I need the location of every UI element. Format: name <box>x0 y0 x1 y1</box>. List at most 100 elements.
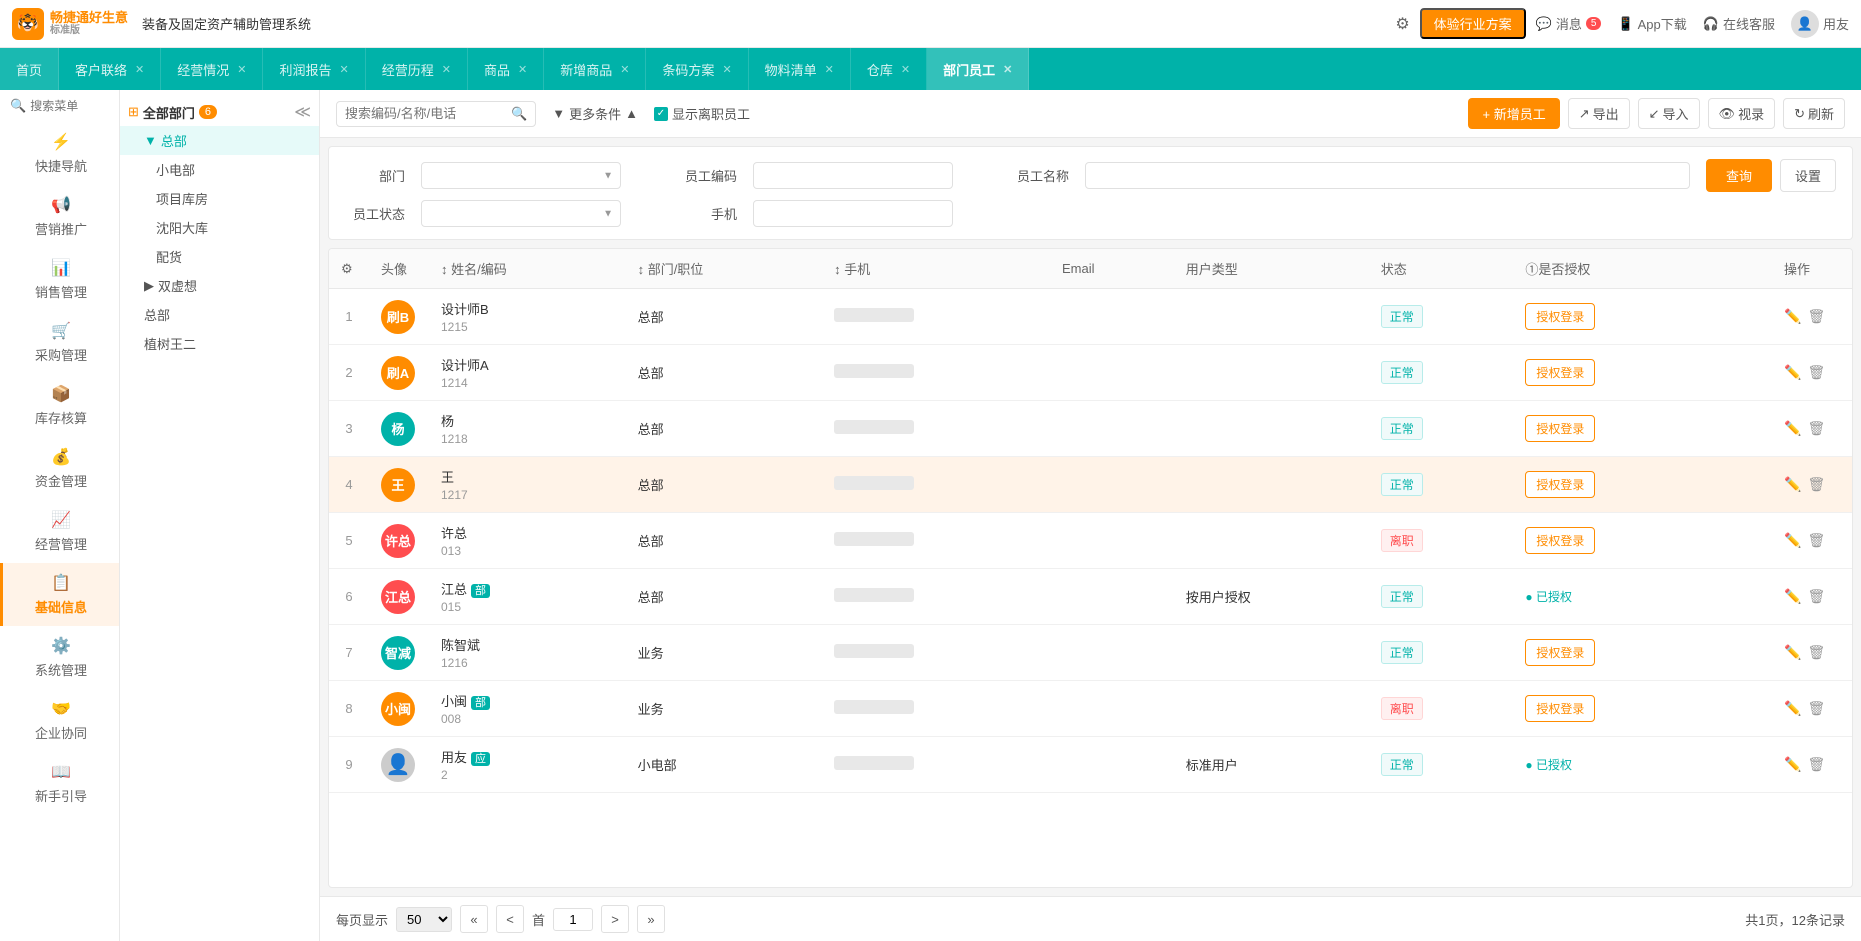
close-icon[interactable]: ✕ <box>825 63 834 76</box>
col-phone[interactable]: ↕ 手机 <box>822 249 1050 289</box>
close-icon[interactable]: ✕ <box>237 63 246 76</box>
dept-select[interactable] <box>421 162 621 189</box>
edit-icon[interactable]: ✏️ <box>1784 588 1801 605</box>
delete-icon[interactable]: 🗑 <box>1807 364 1825 381</box>
more-filter-btn[interactable]: ▼ 更多条件 ▲ <box>544 100 646 127</box>
settings-icon[interactable]: ⚙ <box>1395 14 1409 34</box>
add-employee-btn[interactable]: + 新增员工 <box>1468 98 1559 129</box>
tab-new-goods[interactable]: 新增商品✕ <box>544 48 646 90</box>
next-page-btn[interactable]: > <box>601 905 629 933</box>
search-input[interactable] <box>345 106 505 121</box>
tab-goods[interactable]: 商品✕ <box>468 48 544 90</box>
dept-item-delivery[interactable]: 配货 <box>120 242 319 271</box>
delete-icon[interactable]: 🗑 <box>1807 476 1825 493</box>
delete-icon[interactable]: 🗑 <box>1807 588 1825 605</box>
tab-barcode[interactable]: 条码方案✕ <box>646 48 748 90</box>
close-icon[interactable]: ✕ <box>518 63 527 76</box>
last-page-btn[interactable]: » <box>637 905 665 933</box>
phone-input[interactable] <box>753 200 953 227</box>
edit-icon[interactable]: ✏️ <box>1784 476 1801 493</box>
close-icon[interactable]: ✕ <box>722 63 731 76</box>
edit-icon[interactable]: ✏️ <box>1784 756 1801 773</box>
delete-icon[interactable]: 🗑 <box>1807 700 1825 717</box>
sidebar-item-sales[interactable]: 📊 销售管理 <box>0 248 119 311</box>
dept-item-zongbu[interactable]: 总部 <box>120 300 319 329</box>
auth-btn[interactable]: 授权登录 <box>1525 639 1595 666</box>
tab-warehouse[interactable]: 仓库✕ <box>851 48 927 90</box>
user-area[interactable]: 👤 用友 <box>1791 10 1849 38</box>
auth-btn[interactable]: 授权登录 <box>1525 359 1595 386</box>
page-size-select[interactable]: 50 20 100 <box>396 907 452 932</box>
delete-icon[interactable]: 🗑 <box>1807 756 1825 773</box>
message-btn[interactable]: 💬 消息 5 <box>1536 14 1602 33</box>
dept-item-zhishu[interactable]: 植树王二 <box>120 329 319 358</box>
tab-bom[interactable]: 物料清单✕ <box>749 48 851 90</box>
dept-item-small-elec[interactable]: 小电部 <box>120 155 319 184</box>
auth-btn[interactable]: 授权登录 <box>1525 303 1595 330</box>
tab-customer[interactable]: 客户联络✕ <box>59 48 161 90</box>
trial-btn[interactable]: 体验行业方案 <box>1420 8 1526 39</box>
close-icon[interactable]: ✕ <box>135 63 144 76</box>
delete-icon[interactable]: 🗑 <box>1807 308 1825 325</box>
auth-btn[interactable]: 授权登录 <box>1525 695 1595 722</box>
sidebar-item-quicknav[interactable]: ⚡ 快捷导航 <box>0 122 119 185</box>
edit-icon[interactable]: ✏️ <box>1784 364 1801 381</box>
sidebar-search[interactable]: 🔍 <box>0 90 119 122</box>
delete-icon[interactable]: 🗑 <box>1807 532 1825 549</box>
sidebar-item-operation[interactable]: 📈 经营管理 <box>0 500 119 563</box>
sidebar-item-basic[interactable]: 📋 基础信息 <box>0 563 119 626</box>
sidebar-item-marketing[interactable]: 📢 营销推广 <box>0 185 119 248</box>
dept-item-shuangxuxiang[interactable]: ▶ 双虚想 <box>120 271 319 300</box>
delete-icon[interactable]: 🗑 <box>1807 420 1825 437</box>
view-btn[interactable]: 👁 视录 <box>1708 98 1776 129</box>
prev-page-btn[interactable]: < <box>496 905 524 933</box>
edit-icon[interactable]: ✏️ <box>1784 532 1801 549</box>
tab-business[interactable]: 经营情况✕ <box>161 48 263 90</box>
col-dept-position[interactable]: ↕ 部门/职位 <box>626 249 823 289</box>
close-icon[interactable]: ✕ <box>442 63 451 76</box>
online-service-btn[interactable]: 🎧 在线客服 <box>1703 14 1775 33</box>
delete-icon[interactable]: 🗑 <box>1807 644 1825 661</box>
sidebar-item-guide[interactable]: 📖 新手引导 <box>0 752 119 815</box>
col-settings[interactable]: ⚙ <box>329 249 369 289</box>
tab-history[interactable]: 经营历程✕ <box>366 48 468 90</box>
col-name-code[interactable]: ↕ 姓名/编码 <box>429 249 626 289</box>
sidebar-item-inventory[interactable]: 📦 库存核算 <box>0 374 119 437</box>
sidebar-item-finance[interactable]: 💰 资金管理 <box>0 437 119 500</box>
import-btn[interactable]: ↙ 导入 <box>1638 98 1700 129</box>
emp-status-select[interactable] <box>421 200 621 227</box>
sidebar-item-purchase[interactable]: 🛒 采购管理 <box>0 311 119 374</box>
tab-employees[interactable]: 部门员工✕ <box>927 48 1029 90</box>
edit-icon[interactable]: ✏️ <box>1784 700 1801 717</box>
dept-collapse-btn[interactable]: ≪ <box>294 102 311 122</box>
refresh-btn[interactable]: ↻ 刷新 <box>1783 98 1845 129</box>
first-page-btn[interactable]: « <box>460 905 488 933</box>
sidebar-item-system[interactable]: ⚙️ 系统管理 <box>0 626 119 689</box>
tab-profit[interactable]: 利润报告✕ <box>263 48 365 90</box>
edit-icon[interactable]: ✏️ <box>1784 644 1801 661</box>
set-btn[interactable]: 设置 <box>1780 159 1836 192</box>
edit-icon[interactable]: ✏️ <box>1784 308 1801 325</box>
auth-btn[interactable]: 授权登录 <box>1525 471 1595 498</box>
page-number-input[interactable] <box>553 908 593 931</box>
dept-item-hq[interactable]: ▼ 总部 <box>120 126 319 155</box>
show-resigned-toggle[interactable]: ✓ 显示离职员工 <box>654 104 750 123</box>
auth-btn[interactable]: 授权登录 <box>1525 415 1595 442</box>
search-btn[interactable]: 查询 <box>1706 159 1772 192</box>
close-icon[interactable]: ✕ <box>340 63 349 76</box>
tab-home[interactable]: 首页 <box>0 48 59 90</box>
search-input[interactable] <box>30 99 100 113</box>
close-icon[interactable]: ✕ <box>1003 63 1012 76</box>
sidebar-item-collab[interactable]: 🤝 企业协同 <box>0 689 119 752</box>
app-download-btn[interactable]: 📱 App下载 <box>1617 14 1686 33</box>
auth-btn[interactable]: 授权登录 <box>1525 527 1595 554</box>
dept-item-shenyang[interactable]: 沈阳大库 <box>120 213 319 242</box>
search-icon[interactable]: 🔍 <box>511 106 527 122</box>
emp-code-input[interactable] <box>753 162 953 189</box>
dept-item-project-storage[interactable]: 项目库房 <box>120 184 319 213</box>
edit-icon[interactable]: ✏️ <box>1784 420 1801 437</box>
close-icon[interactable]: ✕ <box>901 63 910 76</box>
close-icon[interactable]: ✕ <box>620 63 629 76</box>
export-btn[interactable]: ↗ 导出 <box>1568 98 1630 129</box>
emp-name-input[interactable] <box>1085 162 1690 189</box>
